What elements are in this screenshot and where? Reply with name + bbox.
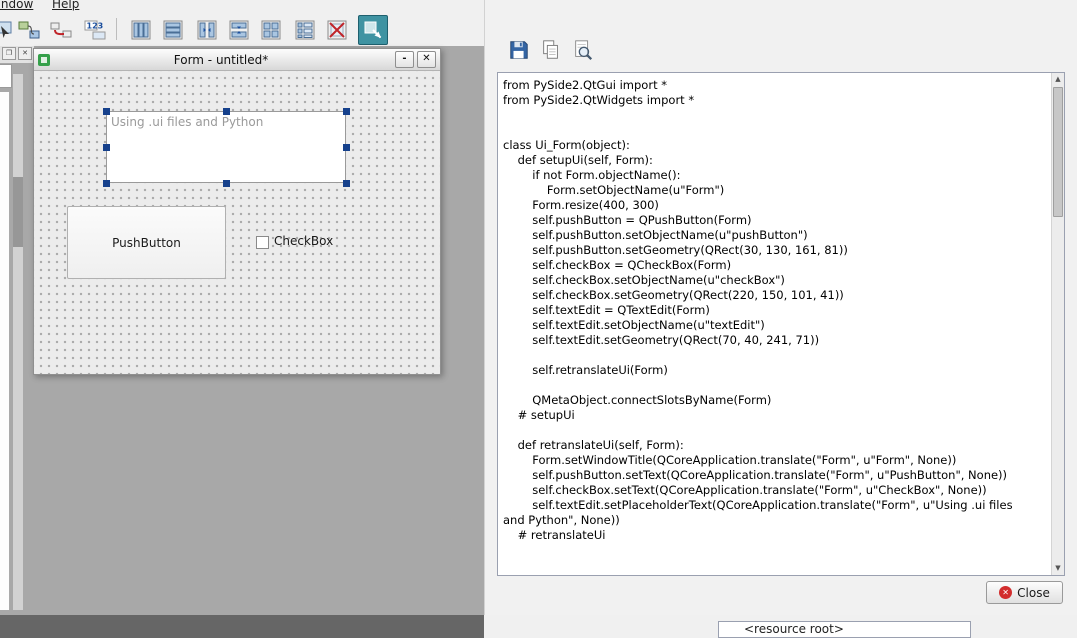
dock-close-icon[interactable]: ✕ xyxy=(18,47,32,60)
widgetbox-scrollbar-thumb[interactable] xyxy=(13,177,23,247)
checkbox-label: CheckBox xyxy=(274,234,333,248)
qt-designer-screen: Window Help 123 xyxy=(0,0,1077,638)
close-button[interactable]: ✕ Close xyxy=(986,581,1063,604)
svg-text:123: 123 xyxy=(87,22,104,31)
layout-grid-icon[interactable] xyxy=(256,15,286,45)
scroll-up-icon[interactable]: ▲ xyxy=(1052,73,1064,86)
widgetbox-filter-input[interactable] xyxy=(0,64,12,88)
code-view[interactable]: from PySide2.QtGui import * from PySide2… xyxy=(497,72,1065,576)
form-canvas[interactable]: Using .ui files and Python PushButton Ch… xyxy=(34,71,440,374)
layout-splitter-horizontal-icon[interactable] xyxy=(192,15,222,45)
layout-vertical-icon[interactable] xyxy=(158,15,188,45)
layout-form-icon[interactable] xyxy=(290,15,320,45)
main-toolbar: 123 xyxy=(0,11,484,47)
resize-handle-bottom-right[interactable] xyxy=(343,180,350,187)
widgetbox-list[interactable] xyxy=(0,92,10,610)
resize-handle-mid-right[interactable] xyxy=(343,144,350,151)
resize-handle-bottom-left[interactable] xyxy=(103,180,110,187)
layout-horizontal-icon[interactable] xyxy=(126,15,156,45)
layout-splitter-vertical-icon[interactable] xyxy=(224,15,254,45)
scroll-down-icon[interactable]: ▼ xyxy=(1052,562,1064,575)
copy-icon[interactable] xyxy=(537,36,565,64)
minimize-button[interactable]: - xyxy=(395,51,414,68)
close-button-label: Close xyxy=(1017,586,1050,600)
menu-window[interactable]: Window xyxy=(0,0,33,11)
generated-code: from PySide2.QtGui import * from PySide2… xyxy=(498,73,1064,547)
pushbutton-widget[interactable]: PushButton xyxy=(67,206,226,279)
resize-handle-bottom-mid[interactable] xyxy=(223,180,230,187)
close-window-button[interactable]: ✕ xyxy=(417,51,436,68)
form-window-titlebar[interactable]: Form - untitled* - ✕ xyxy=(34,49,440,71)
edit-buddies-icon[interactable] xyxy=(46,15,76,45)
dock-float-icon[interactable]: ❐ xyxy=(2,47,16,60)
code-scrollbar[interactable]: ▲ ▼ xyxy=(1051,73,1064,575)
menu-help[interactable]: Help xyxy=(52,0,79,11)
form-window-icon xyxy=(38,54,50,66)
toolbar-separator xyxy=(116,18,117,40)
adjust-size-icon[interactable] xyxy=(358,15,388,45)
checkbox-widget[interactable] xyxy=(256,236,269,249)
edit-tab-order-icon[interactable]: 123 xyxy=(80,15,110,45)
bottom-dark-panel xyxy=(0,615,484,638)
pushbutton-label: PushButton xyxy=(112,236,181,250)
form-editor-window: Form - untitled* - ✕ Using .ui files and… xyxy=(33,48,441,375)
close-button-icon: ✕ xyxy=(999,586,1012,599)
resize-handle-mid-left[interactable] xyxy=(103,144,110,151)
widgetbox-scrollbar[interactable] xyxy=(13,74,23,610)
code-preview-dialog: from PySide2.QtGui import * from PySide2… xyxy=(484,0,1077,615)
edit-signals-slots-icon[interactable] xyxy=(14,15,44,45)
textedit-widget[interactable]: Using .ui files and Python xyxy=(106,111,346,183)
break-layout-icon[interactable] xyxy=(322,15,352,45)
dock-titlebar: ❐ ✕ xyxy=(0,46,34,63)
resize-handle-top-mid[interactable] xyxy=(223,108,230,115)
resource-root-item[interactable]: <resource root> xyxy=(718,621,971,638)
resize-handle-top-left[interactable] xyxy=(103,108,110,115)
resource-root-label: <resource root> xyxy=(744,622,844,636)
resize-handle-top-right[interactable] xyxy=(343,108,350,115)
find-icon[interactable] xyxy=(569,36,597,64)
form-window-title: Form - untitled* xyxy=(50,53,392,67)
save-icon[interactable] xyxy=(505,36,533,64)
code-scrollbar-thumb[interactable] xyxy=(1053,87,1063,217)
textedit-placeholder: Using .ui files and Python xyxy=(107,112,345,132)
